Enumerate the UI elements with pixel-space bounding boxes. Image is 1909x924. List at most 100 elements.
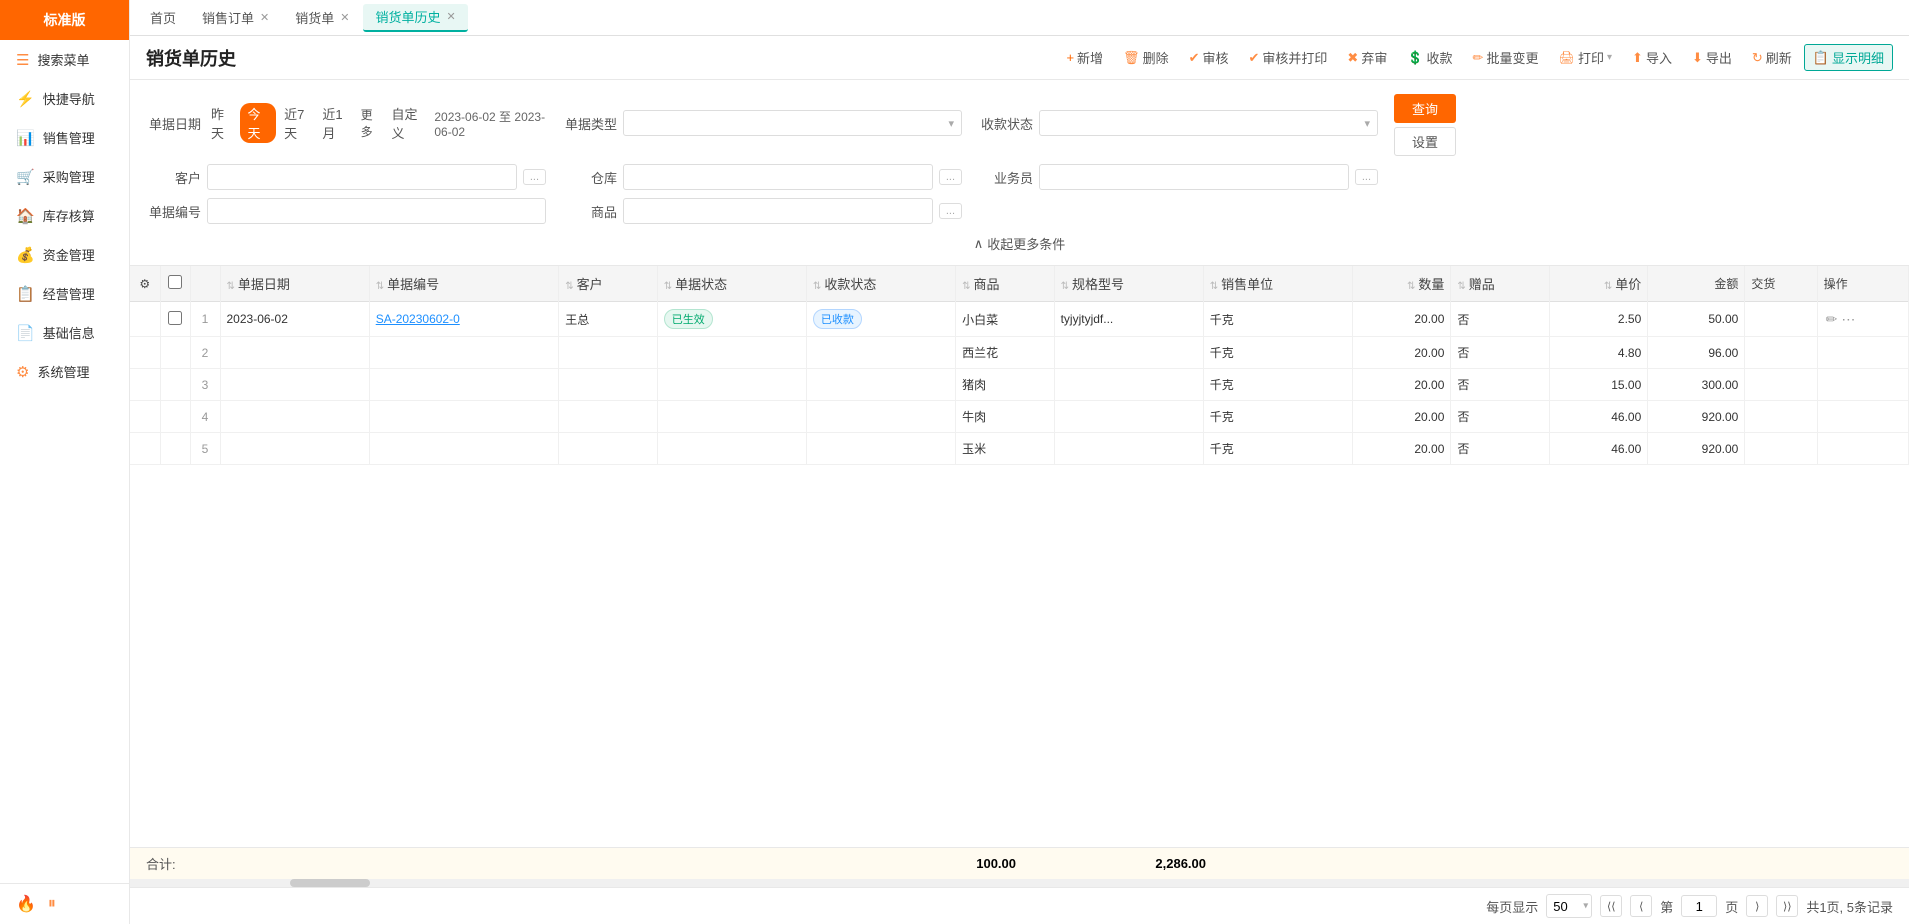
cell-spec-3: [1054, 401, 1203, 433]
th-paymentstatus[interactable]: ⇅收款状态: [806, 266, 955, 302]
action-edit-0[interactable]: ✏: [1826, 311, 1838, 327]
row-checkbox-0[interactable]: [168, 311, 182, 325]
salesperson-input[interactable]: [1039, 164, 1349, 190]
th-gift[interactable]: ⇅赠品: [1451, 266, 1549, 302]
sidebar-item-sales-mgmt[interactable]: 📊 销售管理: [0, 118, 129, 157]
abandon-button[interactable]: ✖ 弃审: [1339, 45, 1395, 70]
sys-mgmt-icon: ⚙: [16, 363, 29, 381]
cell-docno-2: [369, 369, 559, 401]
cell-spec-2: [1054, 369, 1203, 401]
filter-area: 单据日期 昨天 今天 近7天 近1月 更多 自定义 2023-06-02 至 2…: [130, 80, 1909, 266]
th-unitprice[interactable]: ⇅单价: [1549, 266, 1647, 302]
th-customer[interactable]: ⇅客户: [559, 266, 657, 302]
warehouse-input[interactable]: [623, 164, 933, 190]
print-button[interactable]: 🖨 打印 ▾: [1550, 45, 1620, 70]
payment-select[interactable]: [1039, 110, 1378, 136]
date-tag-custom[interactable]: 自定义: [388, 103, 427, 143]
th-transaction: 交货: [1745, 266, 1817, 302]
import-label: 导入: [1646, 48, 1672, 67]
page-label2: 页: [1725, 897, 1738, 916]
sidebar-item-ops-mgmt[interactable]: 📋 经营管理: [0, 274, 129, 313]
tab-sales-history-close[interactable]: ✕: [447, 10, 456, 23]
collect-button[interactable]: 💲 收款: [1399, 45, 1460, 70]
sidebar-item-label-sys: 系统管理: [37, 362, 89, 381]
doc-no-link-0[interactable]: SA-20230602-0: [376, 312, 460, 326]
sidebar-item-base-info[interactable]: 📄 基础信息: [0, 313, 129, 352]
page-number-input[interactable]: [1681, 895, 1717, 917]
cell-docno-0[interactable]: SA-20230602-0: [369, 302, 559, 337]
th-product[interactable]: ⇅商品: [956, 266, 1054, 302]
tab-sales-delivery[interactable]: 销货单 ✕: [283, 4, 361, 32]
date-tag-7days[interactable]: 近7天: [280, 103, 314, 143]
salesperson-ellipsis[interactable]: ...: [1355, 169, 1378, 185]
tab-sales-history[interactable]: 销货单历史 ✕: [363, 4, 467, 32]
audit-button[interactable]: ✔ 审核: [1181, 45, 1237, 70]
tab-sales-order-close[interactable]: ✕: [260, 11, 269, 24]
export-button[interactable]: ⬇ 导出: [1684, 45, 1740, 70]
tab-home[interactable]: 首页: [138, 4, 188, 32]
th-rownum: [190, 266, 220, 302]
refresh-button[interactable]: ↻ 刷新: [1744, 45, 1800, 70]
select-all-checkbox[interactable]: [168, 275, 182, 289]
collect-icon: 💲: [1407, 50, 1423, 66]
sidebar-fire-icon[interactable]: 🔥: [16, 894, 36, 914]
th-docno[interactable]: ⇅单据编号: [369, 266, 559, 302]
prev-page-button[interactable]: ⟨: [1630, 895, 1652, 917]
collapse-button[interactable]: ∧ 收起更多条件: [146, 232, 1893, 255]
th-docdate[interactable]: ⇅单据日期: [220, 266, 369, 302]
delete-label: 删除: [1143, 48, 1169, 67]
sidebar-item-quick-nav[interactable]: ⚡ 快捷导航: [0, 79, 129, 118]
per-page-label: 每页显示: [1486, 897, 1538, 916]
sidebar-item-finance[interactable]: 💰 资金管理: [0, 235, 129, 274]
filter-customer-item: 客户 ...: [146, 164, 546, 190]
sidebar-item-search-menu[interactable]: ☰ 搜索菜单: [0, 40, 129, 79]
warehouse-ellipsis[interactable]: ...: [939, 169, 962, 185]
th-spec[interactable]: ⇅规格型号: [1054, 266, 1203, 302]
th-gear[interactable]: ⚙: [130, 266, 160, 302]
product-ellipsis[interactable]: ...: [939, 203, 962, 219]
delete-button[interactable]: 🗑 删除: [1115, 45, 1177, 70]
tab-sales-delivery-close[interactable]: ✕: [340, 11, 349, 24]
docno-input[interactable]: [207, 198, 546, 224]
tab-sales-order[interactable]: 销售订单 ✕: [190, 4, 281, 32]
query-button[interactable]: 查询: [1394, 94, 1456, 123]
doctype-select[interactable]: [623, 110, 962, 136]
sidebar-item-sys-mgmt[interactable]: ⚙ 系统管理: [0, 352, 129, 391]
setting-button[interactable]: 设置: [1394, 127, 1456, 156]
date-tag-1month[interactable]: 近1月: [318, 103, 352, 143]
import-button[interactable]: ⬆ 导入: [1624, 45, 1680, 70]
th-salesunit[interactable]: ⇅销售单位: [1203, 266, 1352, 302]
last-page-button[interactable]: ⟩⟩: [1776, 895, 1798, 917]
per-page-select[interactable]: 50 100 200: [1546, 894, 1592, 918]
scrollbar-thumb[interactable]: [290, 879, 370, 887]
sidebar-item-purchase-mgmt[interactable]: 🛒 采购管理: [0, 157, 129, 196]
customer-ellipsis[interactable]: ...: [523, 169, 546, 185]
scrollbar-area[interactable]: [130, 879, 1909, 887]
date-tag-more[interactable]: 更多: [357, 105, 384, 141]
add-button[interactable]: + 新增: [1058, 45, 1111, 70]
sidebar-item-inventory[interactable]: 🏠 库存核算: [0, 196, 129, 235]
first-page-button[interactable]: ⟨⟨: [1600, 895, 1622, 917]
cell-docno-3: [369, 401, 559, 433]
date-tag-today[interactable]: 今天: [240, 103, 277, 143]
th-quantity[interactable]: ⇅数量: [1352, 266, 1450, 302]
query-setting-btns: 查询 设置: [1394, 90, 1456, 156]
audit-print-button[interactable]: ✔ 审核并打印: [1241, 45, 1336, 70]
sidebar-bottom: 🔥 ⏸: [0, 883, 129, 924]
filter-product-item: 商品 ...: [562, 198, 962, 224]
purchase-mgmt-icon: 🛒: [16, 168, 35, 186]
action-more-0[interactable]: ⋯: [1841, 311, 1855, 327]
show-details-button[interactable]: 📋 显示明细: [1804, 44, 1893, 71]
doctype-select-wrapper: [623, 110, 962, 136]
product-input[interactable]: [623, 198, 933, 224]
batch-change-button[interactable]: ✏ 批量变更: [1465, 45, 1547, 70]
table-row: 1 2023-06-02 SA-20230602-0 王总 已生效 已收款 小白…: [130, 302, 1909, 337]
search-menu-icon: ☰: [16, 51, 29, 69]
collapse-row: ∧ 收起更多条件: [146, 232, 1893, 255]
customer-input[interactable]: [207, 164, 517, 190]
date-tag-yesterday[interactable]: 昨天: [207, 103, 236, 143]
next-page-button[interactable]: ⟩: [1746, 895, 1768, 917]
sidebar-pause-icon[interactable]: ⏸: [48, 895, 56, 913]
cell-docno-4: [369, 433, 559, 465]
th-docstatus[interactable]: ⇅单据状态: [657, 266, 806, 302]
